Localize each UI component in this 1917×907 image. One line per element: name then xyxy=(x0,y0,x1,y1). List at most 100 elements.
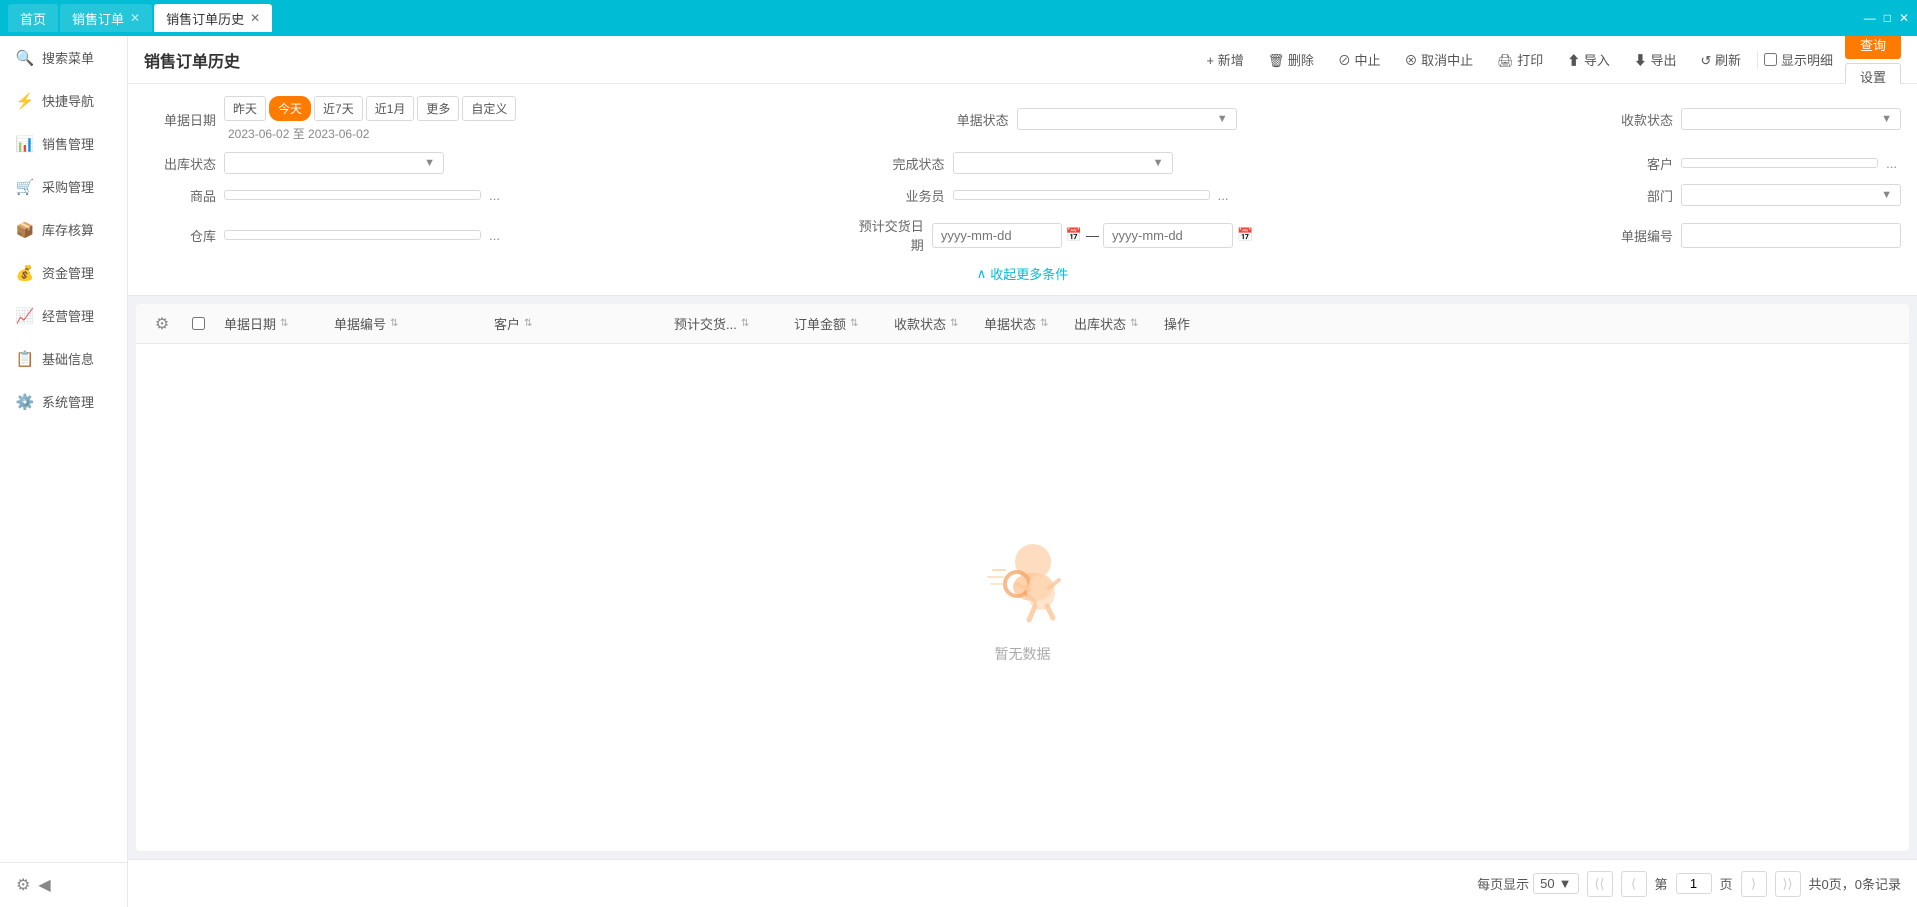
import-button[interactable]: ⬆ 导入 xyxy=(1557,45,1620,74)
display-detail-checkbox-label[interactable]: 显示明细 xyxy=(1764,50,1833,69)
sys-mgmt-icon: ⚙️ xyxy=(16,393,34,411)
per-page-arrow-icon: ▼ xyxy=(1559,876,1572,891)
sidebar-item-search-menu[interactable]: 🔍 搜索菜单 xyxy=(0,36,127,79)
page-label: 页 xyxy=(1720,874,1733,893)
col-amount-sort-icon: ⇅ xyxy=(850,318,858,329)
toolbar: + 新增 🗑 删除 ⊘ 中止 ⊗ 取消中止 🖨 打印 ⬆ 导入 ⬇ 导出 ↺ 刷… xyxy=(1196,36,1901,90)
tab-sales-order[interactable]: 销售订单 ✕ xyxy=(60,4,152,32)
col-header-receipt-status[interactable]: 收款状态 ⇅ xyxy=(886,314,976,333)
collapse-btn[interactable]: ∧ 收起更多条件 xyxy=(144,264,1901,283)
sidebar-item-sales-mgmt-label: 销售管理 xyxy=(42,134,94,153)
doc-num-input[interactable] xyxy=(1681,223,1901,248)
dept-arrow-icon: ▼ xyxy=(1881,189,1892,201)
dept-select[interactable]: ▼ xyxy=(1681,184,1901,206)
sidebar-item-basic-info[interactable]: 📋 基础信息 xyxy=(0,337,127,380)
customer-dots-btn[interactable]: ... xyxy=(1882,156,1901,171)
customer-select[interactable] xyxy=(1681,158,1878,168)
tab-list: 首页 销售订单 ✕ 销售订单历史 ✕ xyxy=(8,4,1864,32)
window-close[interactable]: ✕ xyxy=(1899,11,1909,25)
col-header-out-status[interactable]: 出库状态 ⇅ xyxy=(1066,314,1156,333)
sidebar-item-quick-nav[interactable]: ⚡ 快捷导航 xyxy=(0,79,127,122)
select-all-checkbox[interactable] xyxy=(192,317,205,330)
date-btn-custom[interactable]: 自定义 xyxy=(462,96,516,121)
display-detail-checkbox[interactable] xyxy=(1764,53,1777,66)
warehouse-dots-btn[interactable]: ... xyxy=(485,228,504,243)
cancel-stop-button[interactable]: ⊗ 取消中止 xyxy=(1394,45,1483,74)
col-header-delivery[interactable]: 预计交货... ⇅ xyxy=(666,314,786,333)
sidebar-item-sales-mgmt[interactable]: 📊 销售管理 xyxy=(0,122,127,165)
basic-info-icon: 📋 xyxy=(16,350,34,368)
delivery-date-start-input[interactable] xyxy=(932,223,1062,248)
dept-label: 部门 xyxy=(1601,186,1673,205)
delivery-date-end-input[interactable] xyxy=(1103,223,1233,248)
col-header-num[interactable]: 单据编号 ⇅ xyxy=(326,314,486,333)
tab-sales-order-close[interactable]: ✕ xyxy=(130,11,140,25)
date-btn-today[interactable]: 今天 xyxy=(269,96,311,121)
col-header-customer[interactable]: 客户 ⇅ xyxy=(486,314,666,333)
doc-status-select[interactable]: ▼ xyxy=(1017,108,1237,130)
table-checkbox-all[interactable] xyxy=(180,317,216,330)
window-minimize[interactable]: — xyxy=(1864,11,1876,25)
page-title: 销售订单历史 xyxy=(144,48,240,72)
col-out-status-label: 出库状态 xyxy=(1074,314,1126,333)
col-header-amount[interactable]: 订单金额 ⇅ xyxy=(786,314,886,333)
page-next-btn[interactable]: ⟩ xyxy=(1741,871,1767,897)
col-header-date[interactable]: 单据日期 ⇅ xyxy=(216,314,326,333)
date-btn-1month[interactable]: 近1月 xyxy=(366,96,415,121)
delete-button[interactable]: 🗑 删除 xyxy=(1258,45,1324,74)
refresh-button[interactable]: ↺ 刷新 xyxy=(1690,45,1751,74)
warehouse-select[interactable] xyxy=(224,230,481,240)
sidebar-item-sys-mgmt[interactable]: ⚙️ 系统管理 xyxy=(0,380,127,423)
sidebar-collapse-icon[interactable]: ◀ xyxy=(38,875,50,895)
quick-nav-icon: ⚡ xyxy=(16,92,34,110)
tab-sales-order-history[interactable]: 销售订单历史 ✕ xyxy=(154,4,272,32)
tab-sales-order-history-label: 销售订单历史 xyxy=(166,9,244,28)
page-last-btn[interactable]: ⟩⟩ xyxy=(1775,871,1801,897)
query-button[interactable]: 查询 xyxy=(1845,36,1901,59)
page-prev-btn[interactable]: ⟨ xyxy=(1621,871,1647,897)
col-date-label: 单据日期 xyxy=(224,314,276,333)
export-button[interactable]: ⬇ 导出 xyxy=(1624,45,1687,74)
tab-sales-order-history-close[interactable]: ✕ xyxy=(250,11,260,25)
customer-label: 客户 xyxy=(1601,154,1673,173)
product-select[interactable] xyxy=(224,190,481,200)
new-button[interactable]: + 新增 xyxy=(1196,45,1253,74)
date-range-text: 2023-06-02 至 2023-06-02 xyxy=(228,125,369,142)
page-number-input[interactable] xyxy=(1676,873,1712,894)
sidebar-item-ops-mgmt[interactable]: 📈 经营管理 xyxy=(0,294,127,337)
search-menu-icon: 🔍 xyxy=(16,49,34,67)
col-doc-status-label: 单据状态 xyxy=(984,314,1036,333)
tab-home[interactable]: 首页 xyxy=(8,4,58,32)
col-header-doc-status[interactable]: 单据状态 ⇅ xyxy=(976,314,1066,333)
pagination: 每页显示 50 ▼ ⟨⟨ ⟨ 第 页 ⟩ ⟩⟩ 共0页，0条记录 xyxy=(128,859,1917,907)
salesperson-dots-btn[interactable]: ... xyxy=(1214,188,1233,203)
product-dots-btn[interactable]: ... xyxy=(485,188,504,203)
sidebar-bottom: ⚙ ◀ xyxy=(0,862,127,907)
complete-status-select[interactable]: ▼ xyxy=(953,152,1173,174)
date-btn-yesterday[interactable]: 昨天 xyxy=(224,96,266,121)
out-status-select[interactable]: ▼ xyxy=(224,152,444,174)
table-gear-icon[interactable]: ⚙ xyxy=(144,314,180,334)
date-btn-more[interactable]: 更多 xyxy=(417,96,459,121)
col-customer-sort-icon: ⇅ xyxy=(524,318,532,329)
sidebar-item-inventory-calc[interactable]: 📦 库存核算 xyxy=(0,208,127,251)
per-page-dropdown[interactable]: 50 ▼ xyxy=(1533,873,1578,894)
salesperson-label: 业务员 xyxy=(873,186,945,205)
salesperson-select[interactable] xyxy=(953,190,1210,200)
sidebar-item-capital-mgmt-label: 资金管理 xyxy=(42,263,94,282)
sidebar-settings-icon[interactable]: ⚙ xyxy=(16,875,30,895)
sidebar-item-purchase-mgmt[interactable]: 🛒 采购管理 xyxy=(0,165,127,208)
col-num-sort-icon: ⇅ xyxy=(390,318,398,329)
receipt-status-arrow-icon: ▼ xyxy=(1881,113,1892,125)
stop-button[interactable]: ⊘ 中止 xyxy=(1328,45,1391,74)
receipt-status-select[interactable]: ▼ xyxy=(1681,108,1901,130)
print-button[interactable]: 🖨 打印 xyxy=(1487,45,1553,74)
window-maximize[interactable]: □ xyxy=(1884,11,1891,25)
delivery-date-start-cal-icon[interactable]: 📅 xyxy=(1066,227,1082,243)
delivery-date-end-cal-icon[interactable]: 📅 xyxy=(1237,227,1253,243)
date-btn-7days[interactable]: 近7天 xyxy=(314,96,363,121)
sidebar-item-capital-mgmt[interactable]: 💰 资金管理 xyxy=(0,251,127,294)
page-first-btn[interactable]: ⟨⟨ xyxy=(1587,871,1613,897)
sidebar-item-search-menu-label: 搜索菜单 xyxy=(42,48,94,67)
filter-row-3: 商品 ... 业务员 ... 部门 xyxy=(144,184,1901,206)
